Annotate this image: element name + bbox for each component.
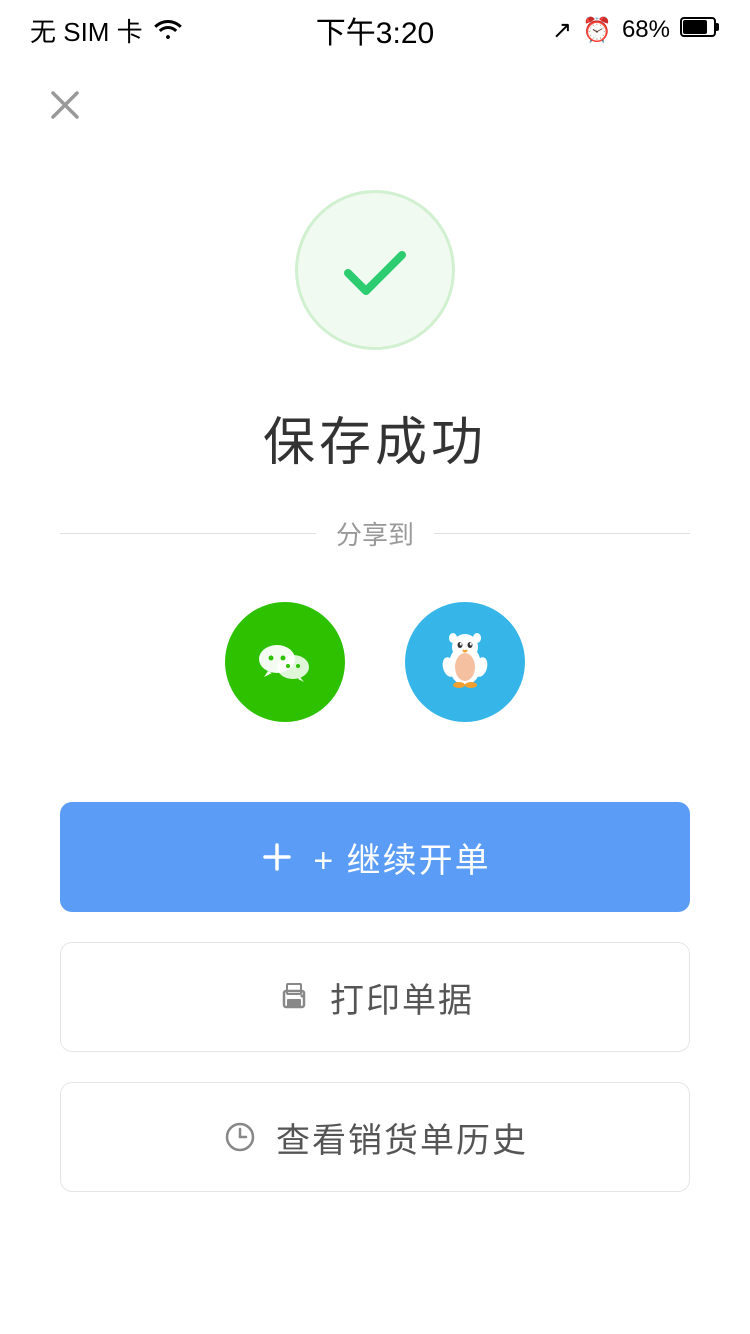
status-bar: 无 SIM 卡 下午3:20 ↗ ⏰ 68% xyxy=(0,0,750,60)
share-icons-row xyxy=(225,602,525,722)
actions-section: + 继续开单 打印单据 查看销货单历史 xyxy=(0,762,750,1232)
status-bar-time: 下午3:20 xyxy=(316,8,434,52)
print-button[interactable]: 打印单据 xyxy=(60,942,690,1052)
success-circle-icon xyxy=(295,190,455,350)
battery-icon xyxy=(680,16,720,45)
success-title: 保存成功 xyxy=(263,400,487,475)
close-button[interactable] xyxy=(40,80,90,130)
share-divider-row: 分享到 xyxy=(0,515,750,552)
status-bar-right: ↗ ⏰ 68% xyxy=(552,16,720,45)
share-line-right xyxy=(434,533,690,534)
share-label: 分享到 xyxy=(316,515,434,552)
print-label: 打印单据 xyxy=(330,973,474,1022)
wifi-icon xyxy=(153,15,183,46)
share-section: 分享到 xyxy=(0,515,750,722)
close-area xyxy=(0,60,750,150)
continue-order-label: + 继续开单 xyxy=(313,833,490,882)
continue-order-button[interactable]: + 继续开单 xyxy=(60,802,690,912)
status-bar-left: 无 SIM 卡 xyxy=(30,12,183,49)
location-icon: ↗ xyxy=(552,16,572,45)
history-icon xyxy=(222,1119,258,1155)
history-button[interactable]: 查看销货单历史 xyxy=(60,1082,690,1192)
success-section: 保存成功 xyxy=(0,190,750,475)
battery-percent: 68% xyxy=(622,16,670,44)
print-icon xyxy=(276,979,312,1015)
history-label: 查看销货单历史 xyxy=(276,1113,528,1162)
qq-share-button[interactable] xyxy=(405,602,525,722)
no-sim-label: 无 SIM 卡 xyxy=(30,12,143,49)
alarm-icon: ⏰ xyxy=(582,16,612,45)
wechat-share-button[interactable] xyxy=(225,602,345,722)
share-line-left xyxy=(60,533,316,534)
plus-icon xyxy=(259,839,295,875)
